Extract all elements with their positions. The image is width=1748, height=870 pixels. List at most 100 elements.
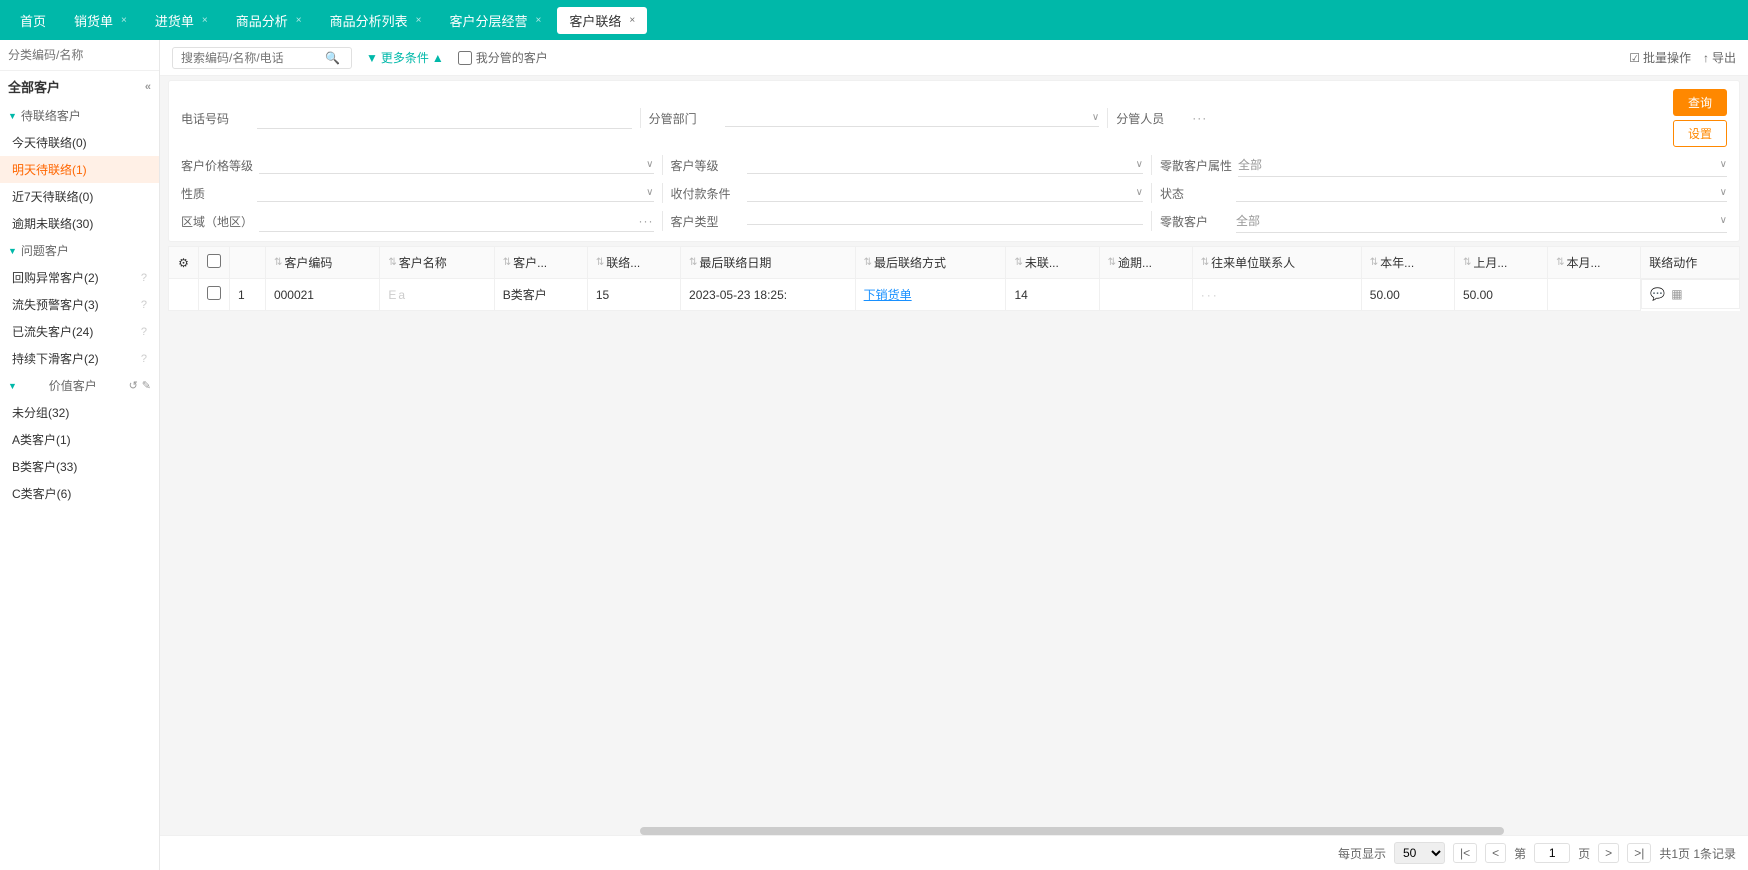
my-customers-checkbox[interactable] [458,51,472,65]
per-page-select[interactable]: 50 10 20 100 [1394,842,1445,864]
sidebar-item-c-class[interactable]: C类客户(6) [0,480,159,507]
filter-retail-customer-field: 零散客户 全部 ∨ [1160,209,1727,233]
nav-customer-contact-close[interactable]: × [629,15,635,26]
filter-retail-customer-select[interactable]: 全部 ∨ [1236,209,1727,233]
filter-gender-select[interactable]: ∨ [257,184,654,202]
filter-status-select[interactable]: ∨ [1236,184,1727,202]
filter-retail-attr-select[interactable]: 全部 ∨ [1238,153,1727,177]
action-qr-icon[interactable]: ▦ [1671,287,1682,301]
search-input[interactable] [181,51,321,65]
value-group-actions: ↺ ✎ [129,379,151,392]
page-last-button[interactable]: >| [1627,843,1651,863]
all-customers-header[interactable]: 全部客户 « [0,71,159,102]
th-this-year[interactable]: 本年... [1361,247,1454,279]
nav-purchase[interactable]: 进货单 × [143,7,220,34]
filter-payment-select[interactable]: ∨ [747,184,1144,202]
sidebar-search-input[interactable] [8,48,160,62]
sidebar-item-churn-warning[interactable]: 流失预警客户(3) ? [0,291,159,318]
collapse-icon[interactable]: « [145,81,151,93]
th-overdue[interactable]: 逾期... [1099,247,1192,279]
page-next-button[interactable]: > [1598,843,1619,863]
th-last-month[interactable]: 上月... [1454,247,1547,279]
sidebar-item-7days[interactable]: 近7天待联络(0) [0,183,159,210]
sidebar-item-tomorrow[interactable]: 明天待联络(1) [0,156,159,183]
query-button[interactable]: 查询 [1673,89,1727,116]
refresh-icon-value[interactable]: ↺ [129,379,138,392]
nav-analysis-list-close[interactable]: × [416,15,422,26]
th-contact-person[interactable]: 往来单位联系人 [1192,247,1361,279]
7days-label: 近7天待联络(0) [12,188,93,205]
filter-customer-level-label: 客户等级 [671,157,741,174]
horizontal-scrollbar[interactable] [168,827,1740,835]
person-dots[interactable]: ··· [1192,111,1207,125]
filter-customer-level-select[interactable]: ∨ [747,156,1144,174]
filter-gender-field: 性质 ∨ [181,184,654,202]
select-all-checkbox[interactable] [207,254,221,268]
nav-customer-tier[interactable]: 客户分层经营 × [437,7,553,34]
scrollbar-thumb[interactable] [640,827,1505,835]
sidebar-item-churned[interactable]: 已流失客户(24) ? [0,318,159,345]
filter-row-1: 电话号码 分管部门 ∨ 分管人员 ··· 查询 [181,89,1727,147]
more-filter-button[interactable]: ▼ 更多条件 ▲ [360,46,450,69]
th-code[interactable]: 客户编码 [265,247,379,279]
group-pending-contact[interactable]: 待联络客户 [0,102,159,129]
sidebar-item-today[interactable]: 今天待联络(0) [0,129,159,156]
nav-customer-contact[interactable]: 客户联络 × [557,7,647,34]
th-name[interactable]: 客户名称 [380,247,494,279]
divider-6 [1151,183,1152,203]
nav-analysis[interactable]: 商品分析 × [224,7,314,34]
sidebar-item-overdue[interactable]: 逾期未联络(30) [0,210,159,237]
nav-home[interactable]: 首页 [8,7,58,34]
nav-sales[interactable]: 销货单 × [62,7,139,34]
th-customer-type[interactable]: 客户... [494,247,587,279]
last-contact-method-link[interactable]: 下销货单 [864,288,912,302]
group-problem-customers[interactable]: 问题客户 [0,237,159,264]
sidebar-item-b-class[interactable]: B类客户(33) [0,453,159,480]
nav-purchase-close[interactable]: × [202,15,208,26]
search-icon[interactable]: 🔍 [325,51,340,65]
filter-dept-select[interactable]: ∨ [725,109,1100,127]
th-contact[interactable]: 联络... [587,247,680,279]
th-no-contact[interactable]: 未联... [1006,247,1099,279]
filter-price-level-select[interactable]: ∨ [259,156,653,174]
today-label: 今天待联络(0) [12,134,87,151]
filter-dept-field: 分管部门 ∨ [649,109,1100,127]
sidebar-item-ungrouped[interactable]: 未分组(32) [0,399,159,426]
batch-operation-button[interactable]: ☑ 批量操作 [1629,49,1691,66]
edit-icon-value[interactable]: ✎ [142,379,151,392]
group-value-customers[interactable]: 价值客户 ↺ ✎ [0,372,159,399]
filter-person-field: 分管人员 ··· [1116,110,1657,127]
gear-icon[interactable]: ⚙ [178,256,189,270]
row-checkbox[interactable] [207,286,221,300]
filter-gender-label: 性质 [181,185,251,202]
export-button[interactable]: ↑ 导出 [1703,49,1736,66]
sidebar-item-a-class[interactable]: A类客户(1) [0,426,159,453]
nav-analysis-list[interactable]: 商品分析列表 × [318,7,434,34]
nav-analysis-close[interactable]: × [296,15,302,26]
divider-1 [640,108,641,128]
setting-button[interactable]: 设置 [1673,120,1727,147]
sidebar-item-repurchase-abnormal[interactable]: 回购异常客户(2) ? [0,264,159,291]
my-customers-checkbox-label[interactable]: 我分管的客户 [458,49,548,66]
th-last-contact-date[interactable]: 最后联络日期 [681,247,856,279]
action-chat-icon[interactable]: 💬 [1650,287,1665,301]
th-last-contact-method[interactable]: 最后联络方式 [855,247,1006,279]
divider-3 [662,155,663,175]
filter-panel: 电话号码 分管部门 ∨ 分管人员 ··· 查询 [168,80,1740,242]
region-dots[interactable]: ··· [639,214,654,228]
sidebar-item-declining[interactable]: 持续下滑客户(2) ? [0,345,159,372]
th-this-month[interactable]: 本月... [1548,247,1641,279]
page-number-input[interactable] [1534,843,1570,863]
nav-customer-tier-close[interactable]: × [535,15,541,26]
filter-customer-type-select[interactable] [747,218,1144,225]
filter-phone-input[interactable] [257,108,632,129]
td-contact-person: ··· [1192,279,1361,311]
filter-region-select[interactable]: ··· [259,211,653,232]
divider-2 [1107,108,1108,128]
payment-arrow-icon: ∨ [1136,187,1143,198]
customer-table: ⚙ 客户编码 客户名称 客户... [168,246,1740,311]
nav-sales-close[interactable]: × [121,15,127,26]
page-unit: 页 [1578,845,1590,862]
page-first-button[interactable]: |< [1453,843,1477,863]
page-prev-button[interactable]: < [1485,843,1506,863]
